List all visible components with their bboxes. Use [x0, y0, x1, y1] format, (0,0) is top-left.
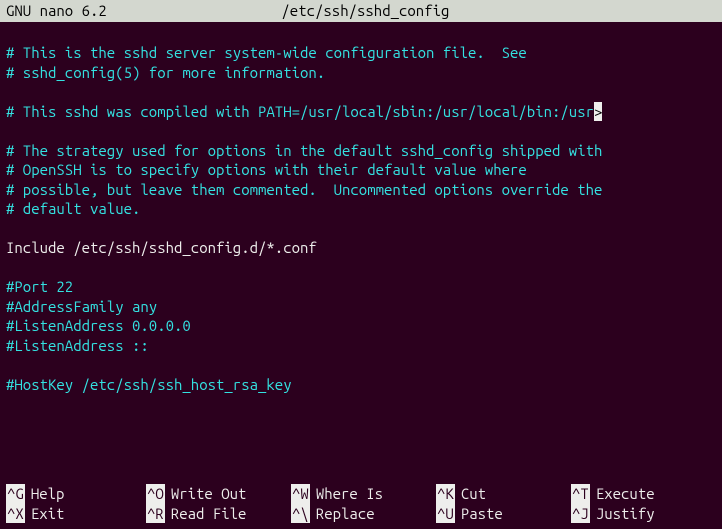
editor-line[interactable]	[6, 24, 716, 44]
shortcut-execute[interactable]: ^T Execute	[571, 484, 706, 504]
comment-text: #ListenAddress 0.0.0.0	[6, 317, 191, 334]
comment-text: # This is the sshd server system-wide co…	[6, 44, 527, 61]
shortcut-key: ^\	[291, 504, 310, 524]
editor-line[interactable]	[6, 121, 716, 141]
editor-line[interactable]	[6, 219, 716, 239]
editor-line[interactable]: #ListenAddress ::	[6, 336, 716, 356]
editor-line[interactable]	[6, 355, 716, 375]
shortcut-key: ^R	[146, 504, 165, 524]
editor-line[interactable]: # This is the sshd server system-wide co…	[6, 43, 716, 63]
editor-line[interactable]: # sshd_config(5) for more information.	[6, 63, 716, 83]
shortcut-label: Paste	[461, 504, 503, 524]
editor-line[interactable]: #Port 22	[6, 277, 716, 297]
comment-text: # The strategy used for options in the d…	[6, 142, 602, 159]
shortcut-key: ^J	[571, 504, 590, 524]
shortcut-key: ^W	[291, 484, 310, 504]
editor-line[interactable]: #HostKey /etc/ssh/ssh_host_rsa_key	[6, 375, 716, 395]
shortcut-label: Write Out	[171, 484, 247, 504]
shortcut-label: Execute	[596, 484, 655, 504]
editor-line[interactable]: # This sshd was compiled with PATH=/usr/…	[6, 102, 716, 122]
shortcut-key: ^O	[146, 484, 165, 504]
editor-line[interactable]: # possible, but leave them commented. Un…	[6, 180, 716, 200]
comment-text: #ListenAddress ::	[6, 337, 149, 354]
shortcut-label: Where Is	[316, 484, 383, 504]
editor-line[interactable]	[6, 258, 716, 278]
comment-text: #HostKey /etc/ssh/ssh_host_rsa_key	[6, 376, 292, 393]
editor-line[interactable]: # The strategy used for options in the d…	[6, 141, 716, 161]
titlebar: GNU nano 6.2 /etc/ssh/sshd_config	[0, 0, 722, 22]
shortcut-exit[interactable]: ^X Exit	[6, 504, 146, 524]
shortcut-label: Justify	[596, 504, 655, 524]
shortcut-label: Read File	[171, 504, 247, 524]
editor-line[interactable]: # OpenSSH is to specify options with the…	[6, 160, 716, 180]
comment-text: # default value.	[6, 200, 140, 217]
editor-line[interactable]: # default value.	[6, 199, 716, 219]
editor-line[interactable]: #ListenAddress 0.0.0.0	[6, 316, 716, 336]
editor-area[interactable]: # This is the sshd server system-wide co…	[0, 22, 722, 395]
shortcut-key: ^K	[436, 484, 455, 504]
shortcut-row-2: ^X Exit ^R Read File ^\ Replace ^U Paste ^J Justi…	[6, 504, 716, 524]
shortcut-key: ^T	[571, 484, 590, 504]
shortcut-label: Replace	[316, 504, 375, 524]
filename: /etc/ssh/sshd_config	[115, 1, 716, 21]
shortcut-replace[interactable]: ^\ Replace	[291, 504, 436, 524]
shortcut-read-file[interactable]: ^R Read File	[146, 504, 291, 524]
shortcut-paste[interactable]: ^U Paste	[436, 504, 571, 524]
config-text: Include /etc/ssh/sshd_config.d/*.conf	[6, 239, 317, 256]
comment-text: #AddressFamily any	[6, 298, 157, 315]
comment-text: # sshd_config(5) for more information.	[6, 64, 325, 81]
shortcut-label: Exit	[31, 504, 65, 524]
shortcut-cut[interactable]: ^K Cut	[436, 484, 571, 504]
shortcut-justify[interactable]: ^J Justify	[571, 504, 706, 524]
shortcut-help[interactable]: ^G Help	[6, 484, 146, 504]
comment-text: #Port 22	[6, 278, 73, 295]
shortcut-write-out[interactable]: ^O Write Out	[146, 484, 291, 504]
comment-text: # possible, but leave them commented. Un…	[6, 181, 602, 198]
shortcut-where-is[interactable]: ^W Where Is	[291, 484, 436, 504]
shortcut-bar: ^G Help ^O Write Out ^W Where Is ^K Cut ^T Execut…	[0, 484, 722, 523]
comment-text: # OpenSSH is to specify options with the…	[6, 161, 527, 178]
shortcut-key: ^X	[6, 504, 25, 524]
shortcut-label: Cut	[461, 484, 486, 504]
editor-line[interactable]: Include /etc/ssh/sshd_config.d/*.conf	[6, 238, 716, 258]
editor-line[interactable]: #AddressFamily any	[6, 297, 716, 317]
shortcut-label: Help	[31, 484, 65, 504]
shortcut-row-1: ^G Help ^O Write Out ^W Where Is ^K Cut ^T Execut…	[6, 484, 716, 504]
app-name: GNU nano 6.2	[6, 1, 115, 21]
line-overflow-indicator: >	[594, 102, 602, 122]
editor-line[interactable]	[6, 82, 716, 102]
comment-text: # This sshd was compiled with PATH=/usr/…	[6, 103, 594, 120]
shortcut-key: ^U	[436, 504, 455, 524]
shortcut-key: ^G	[6, 484, 25, 504]
